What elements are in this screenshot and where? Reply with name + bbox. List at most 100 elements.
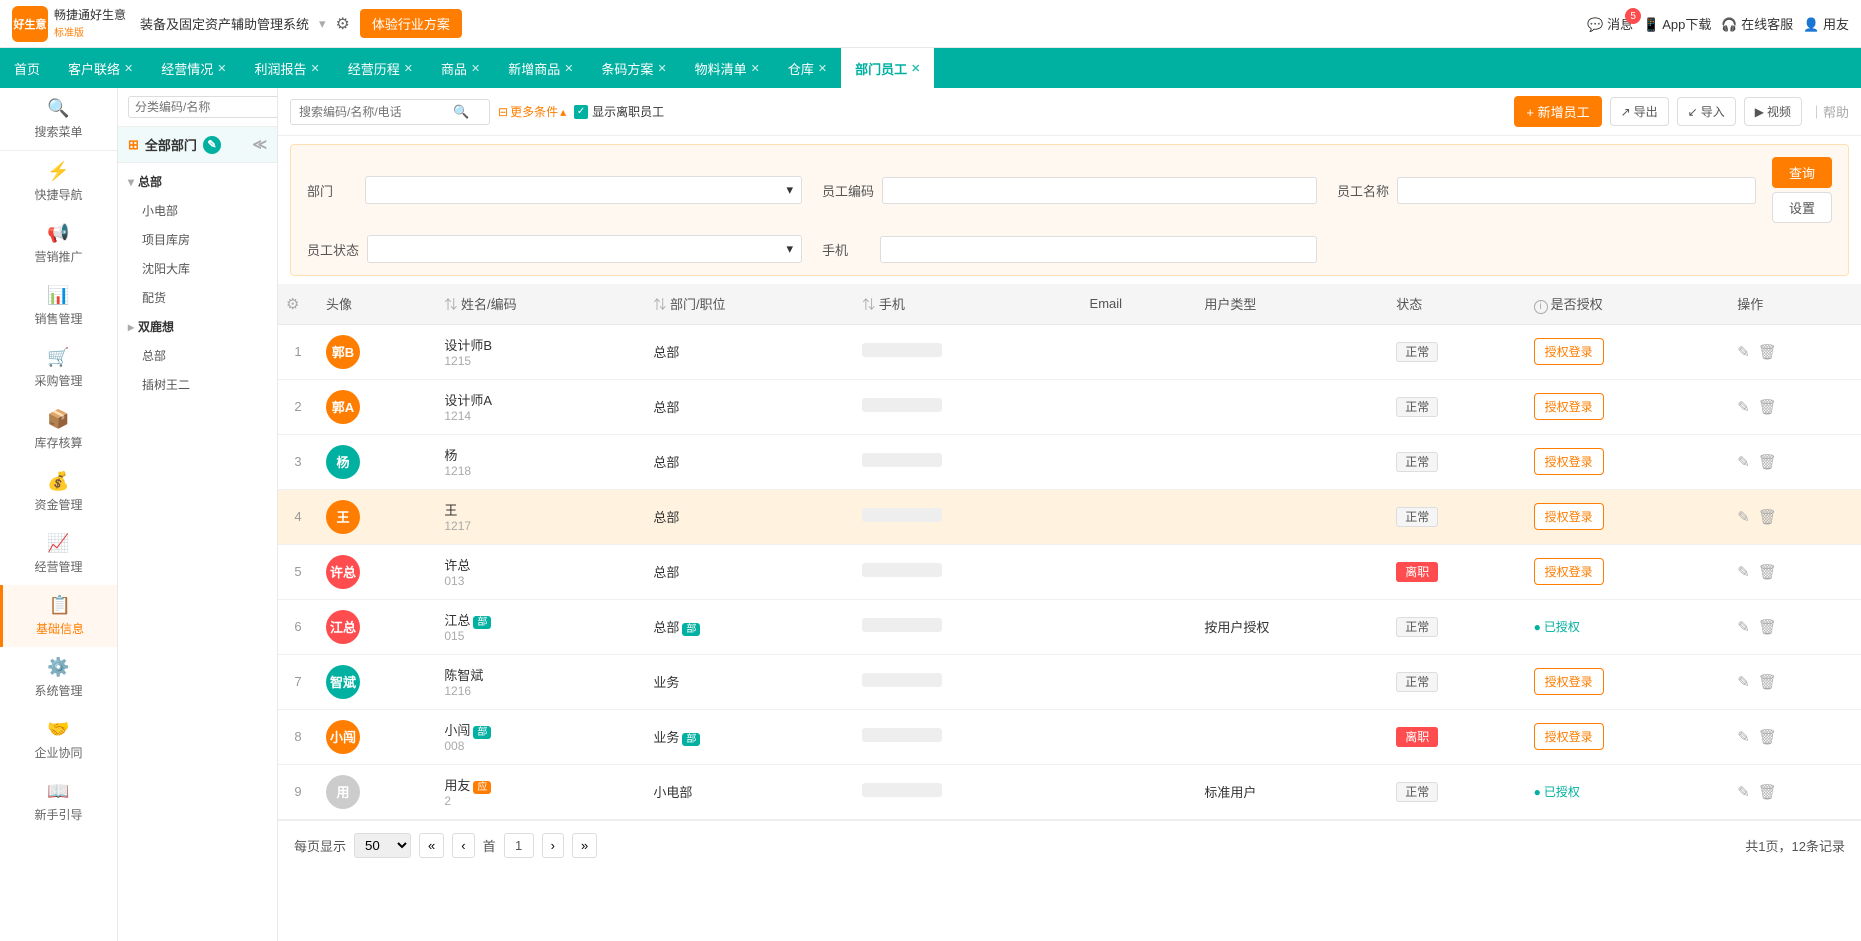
help-icon[interactable]: ｜帮助: [1810, 102, 1849, 121]
th-phone[interactable]: ⇅ 手机: [854, 284, 1081, 324]
sidebar-item-quicknav[interactable]: ⚡ 快捷导航: [0, 151, 117, 213]
edit-dept-icon[interactable]: ✎: [203, 136, 221, 154]
filter-empname-input[interactable]: [1397, 177, 1756, 204]
delete-button[interactable]: 🗑: [1758, 618, 1777, 636]
delete-button[interactable]: 🗑: [1758, 508, 1777, 526]
close-icon[interactable]: ✕: [657, 62, 666, 75]
edit-button[interactable]: ✎: [1737, 563, 1750, 581]
sidebar-item-collab[interactable]: 🤝 企业协同: [0, 709, 117, 771]
page-number[interactable]: 1: [504, 833, 534, 858]
close-icon[interactable]: ✕: [217, 62, 226, 75]
last-page-btn[interactable]: »: [572, 833, 597, 858]
delete-button[interactable]: 🗑: [1758, 673, 1777, 691]
tab-goods[interactable]: 商品 ✕: [427, 48, 494, 88]
dept-node-zongbu[interactable]: 总部: [118, 341, 277, 370]
auth-button[interactable]: 授权登录: [1534, 393, 1604, 420]
edit-button[interactable]: ✎: [1737, 508, 1750, 526]
delete-button[interactable]: 🗑: [1758, 343, 1777, 361]
sidebar-item-purchase[interactable]: 🛒 采购管理: [0, 337, 117, 399]
tab-warehouse[interactable]: 仓库 ✕: [774, 48, 841, 88]
filter-dept-select[interactable]: ▾: [365, 176, 802, 204]
close-icon[interactable]: ✕: [911, 62, 920, 75]
tab-employees[interactable]: 部门员工 ✕: [841, 48, 934, 88]
th-settings[interactable]: ⚙: [278, 284, 318, 324]
close-icon[interactable]: ✕: [564, 62, 573, 75]
delete-button[interactable]: 🗑: [1758, 563, 1777, 581]
auth-button[interactable]: 授权登录: [1534, 668, 1604, 695]
edit-button[interactable]: ✎: [1737, 728, 1750, 746]
tab-business[interactable]: 经营情况 ✕: [147, 48, 240, 88]
next-page-btn[interactable]: ›: [542, 833, 564, 858]
edit-button[interactable]: ✎: [1737, 398, 1750, 416]
tab-home[interactable]: 首页: [0, 48, 54, 88]
tab-profit[interactable]: 利润报告 ✕: [240, 48, 333, 88]
sidebar-item-sales[interactable]: 📊 销售管理: [0, 275, 117, 337]
th-dept[interactable]: ⇅ 部门/职位: [645, 284, 854, 324]
dept-node-shenyang[interactable]: 沈阳大库: [118, 254, 277, 283]
auth-button[interactable]: 授权登录: [1534, 338, 1604, 365]
set-button[interactable]: 设置: [1772, 192, 1832, 223]
table-settings-icon[interactable]: ⚙: [286, 296, 299, 313]
dept-node-head[interactable]: ▾ 总部: [118, 167, 277, 196]
dept-node-peihu[interactable]: 配货: [118, 283, 277, 312]
auth-button[interactable]: 授权登录: [1534, 503, 1604, 530]
filter-empcode-input[interactable]: [882, 177, 1317, 204]
close-icon[interactable]: ✕: [471, 62, 480, 75]
search-icon[interactable]: 🔍: [453, 104, 469, 120]
sidebar-item-system[interactable]: ⚙️ 系统管理: [0, 647, 117, 709]
edit-button[interactable]: ✎: [1737, 453, 1750, 471]
close-icon[interactable]: ✕: [404, 62, 413, 75]
close-icon[interactable]: ✕: [124, 62, 133, 75]
dept-node-project[interactable]: 项目库房: [118, 225, 277, 254]
edit-button[interactable]: ✎: [1737, 673, 1750, 691]
show-resigned-toggle[interactable]: ✓ 显示离职员工: [574, 103, 664, 120]
sidebar-item-inventory[interactable]: 📦 库存核算: [0, 399, 117, 461]
try-btn[interactable]: 体验行业方案: [360, 9, 462, 38]
dept-node-chashuwang[interactable]: 插树王二: [118, 370, 277, 399]
export-button[interactable]: ↗ 导出: [1610, 97, 1669, 126]
import-button[interactable]: ↙ 导入: [1677, 97, 1736, 126]
tab-barcode[interactable]: 条码方案 ✕: [587, 48, 680, 88]
online-service-btn[interactable]: 🎧 在线客服: [1721, 14, 1793, 33]
dept-node-shuanglu[interactable]: ▸ 双鹿想: [118, 312, 277, 341]
delete-button[interactable]: 🗑: [1758, 728, 1777, 746]
app-download-btn[interactable]: 📱 App下载: [1643, 14, 1711, 33]
sidebar-item-guide[interactable]: 📖 新手引导: [0, 771, 117, 833]
sidebar-item-finance[interactable]: 💰 资金管理: [0, 461, 117, 523]
view-button[interactable]: ▶ 视频: [1744, 97, 1802, 126]
sidebar-item-basicinfo[interactable]: 📋 基础信息: [0, 585, 117, 647]
sidebar-item-marketing[interactable]: 📢 营销推广: [0, 213, 117, 275]
close-icon[interactable]: ✕: [311, 62, 320, 75]
delete-button[interactable]: 🗑: [1758, 783, 1777, 801]
edit-button[interactable]: ✎: [1737, 343, 1750, 361]
dept-search-input[interactable]: [128, 96, 278, 118]
more-filter-btn[interactable]: ⊟ 更多条件 ▴: [498, 103, 566, 120]
tab-customer[interactable]: 客户联络 ✕: [54, 48, 147, 88]
search-button[interactable]: 查询: [1772, 157, 1832, 188]
add-employee-button[interactable]: + 新增员工: [1514, 96, 1601, 127]
prev-page-btn[interactable]: ‹: [452, 833, 474, 858]
tab-new-goods[interactable]: 新增商品 ✕: [494, 48, 587, 88]
edit-button[interactable]: ✎: [1737, 618, 1750, 636]
collapse-icon[interactable]: ≪: [252, 136, 267, 153]
edit-button[interactable]: ✎: [1737, 783, 1750, 801]
filter-phone-input[interactable]: [880, 236, 1317, 263]
th-name[interactable]: ⇅ 姓名/编码: [436, 284, 645, 324]
sidebar-item-operations[interactable]: 📈 经营管理: [0, 523, 117, 585]
dropdown-arrow-icon[interactable]: ▾: [319, 16, 326, 32]
tab-bom[interactable]: 物料清单 ✕: [681, 48, 774, 88]
close-icon[interactable]: ✕: [751, 62, 760, 75]
tab-history[interactable]: 经营历程 ✕: [334, 48, 427, 88]
delete-button[interactable]: 🗑: [1758, 398, 1777, 416]
per-page-select[interactable]: 50 20 100: [354, 833, 411, 858]
auth-button[interactable]: 授权登录: [1534, 723, 1604, 750]
dept-node-xiaodian[interactable]: 小电部: [118, 196, 277, 225]
gear-icon[interactable]: ⚙: [336, 14, 350, 34]
dept-all[interactable]: ⊞ 全部部门 ✎ ≪: [118, 127, 277, 163]
filter-status-select[interactable]: ▾: [367, 235, 802, 263]
close-icon[interactable]: ✕: [818, 62, 827, 75]
message-btn[interactable]: 💬 消息 5: [1587, 14, 1633, 33]
sidebar-item-search[interactable]: 🔍 搜索菜单: [0, 88, 117, 151]
delete-button[interactable]: 🗑: [1758, 453, 1777, 471]
auth-button[interactable]: 授权登录: [1534, 448, 1604, 475]
